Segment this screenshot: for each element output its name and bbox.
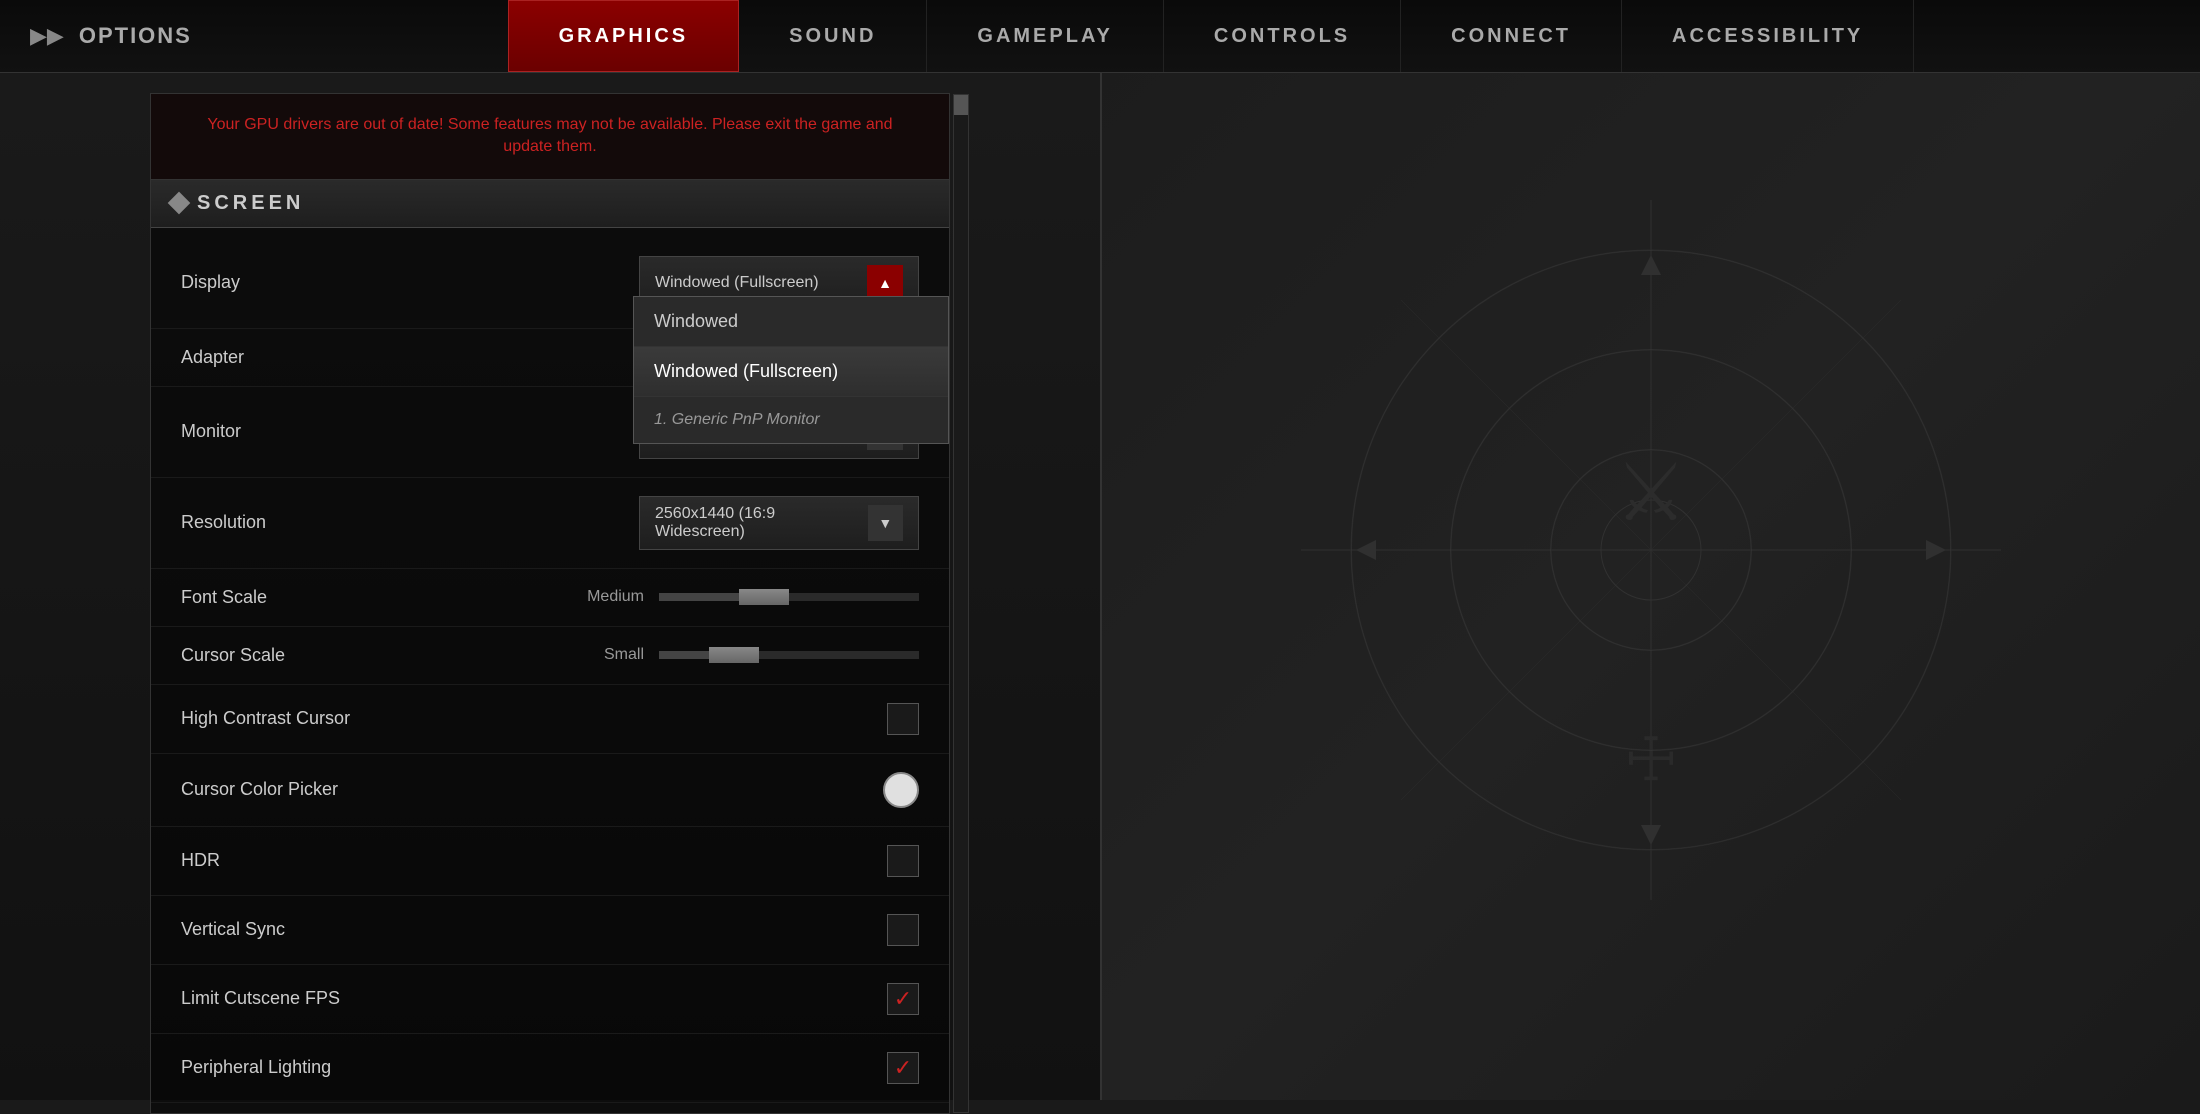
peripheral-lighting-label: Peripheral Lighting bbox=[181, 1057, 887, 1078]
font-scale-control: Medium bbox=[574, 588, 919, 606]
options-label: OPTIONS bbox=[79, 23, 192, 49]
options-section: ▶▶ OPTIONS bbox=[0, 0, 222, 72]
screen-section-header: SCREEN bbox=[151, 180, 949, 228]
high-contrast-cursor-setting-row: High Contrast Cursor bbox=[151, 685, 949, 754]
display-setting-row: Display Windowed (Fullscreen) ▲ Windowed… bbox=[151, 238, 949, 329]
tab-graphics[interactable]: GRAPHICS bbox=[508, 0, 740, 72]
display-label: Display bbox=[181, 272, 639, 293]
cursor-color-picker-label: Cursor Color Picker bbox=[181, 779, 883, 800]
peripheral-lighting-checkmark-icon: ✓ bbox=[894, 1055, 912, 1081]
svg-text:☩: ☩ bbox=[1624, 727, 1678, 793]
cursor-scale-slider-thumb[interactable] bbox=[709, 647, 759, 663]
vertical-sync-label: Vertical Sync bbox=[181, 919, 887, 940]
warning-message: Your GPU drivers are out of date! Some f… bbox=[207, 116, 892, 155]
high-contrast-cursor-control bbox=[887, 703, 919, 735]
font-scale-slider-empty bbox=[789, 593, 919, 601]
vertical-sync-control bbox=[887, 914, 919, 946]
high-contrast-cursor-checkbox[interactable] bbox=[887, 703, 919, 735]
cursor-color-picker-button[interactable] bbox=[883, 772, 919, 808]
hdr-label: HDR bbox=[181, 850, 887, 871]
tab-accessibility[interactable]: ACCESSIBILITY bbox=[1622, 0, 1914, 72]
hdr-control bbox=[887, 845, 919, 877]
nav-tabs: GRAPHICS SOUND GAMEPLAY CONTROLS CONNECT… bbox=[222, 0, 2200, 72]
limit-cutscene-fps-checkbox[interactable]: ✓ bbox=[887, 983, 919, 1015]
main-content: Your GPU drivers are out of date! Some f… bbox=[0, 73, 1100, 1100]
right-decoration-panel: ⚔ ☩ bbox=[1100, 0, 2200, 1100]
decorative-svg: ⚔ ☩ bbox=[1301, 200, 2001, 900]
limit-cutscene-fps-label: Limit Cutscene FPS bbox=[181, 988, 887, 1009]
cursor-color-picker-control bbox=[883, 772, 919, 808]
limit-cutscene-fps-checkmark-icon: ✓ bbox=[894, 986, 912, 1012]
scrollbar-thumb[interactable] bbox=[954, 95, 968, 115]
high-contrast-cursor-label: High Contrast Cursor bbox=[181, 708, 887, 729]
cursor-scale-value-label: Small bbox=[574, 646, 644, 664]
resolution-control: 2560x1440 (16:9 Widescreen) ▼ bbox=[639, 496, 919, 550]
tab-gameplay[interactable]: GAMEPLAY bbox=[927, 0, 1164, 72]
tab-connect[interactable]: CONNECT bbox=[1401, 0, 1622, 72]
resolution-setting-row: Resolution 2560x1440 (16:9 Widescreen) ▼ bbox=[151, 478, 949, 569]
settings-scrollbar[interactable] bbox=[953, 94, 969, 1113]
cursor-scale-control: Small bbox=[574, 646, 919, 664]
dropdown-option-windowed-fullscreen[interactable]: Windowed (Fullscreen) bbox=[634, 347, 948, 397]
resolution-label: Resolution bbox=[181, 512, 639, 533]
navigation-bar: ▶▶ OPTIONS GRAPHICS SOUND GAMEPLAY CONTR… bbox=[0, 0, 2200, 73]
limit-cutscene-fps-control: ✓ bbox=[887, 983, 919, 1015]
limit-cutscene-fps-setting-row: Limit Cutscene FPS ✓ bbox=[151, 965, 949, 1034]
font-scale-setting-row: Font Scale Medium bbox=[151, 569, 949, 627]
tab-controls[interactable]: CONTROLS bbox=[1164, 0, 1401, 72]
cursor-scale-slider[interactable] bbox=[659, 651, 919, 659]
cursor-scale-slider-fill bbox=[659, 651, 709, 659]
cursor-scale-setting-row: Cursor Scale Small bbox=[151, 627, 949, 685]
dropdown-option-windowed[interactable]: Windowed bbox=[634, 297, 948, 347]
resolution-dropdown[interactable]: 2560x1440 (16:9 Widescreen) ▼ bbox=[639, 496, 919, 550]
svg-text:⚔: ⚔ bbox=[1615, 450, 1687, 538]
screen-section-title: SCREEN bbox=[197, 192, 304, 215]
cursor-scale-label: Cursor Scale bbox=[181, 645, 574, 666]
warning-bar: Your GPU drivers are out of date! Some f… bbox=[151, 94, 949, 180]
peripheral-lighting-checkbox[interactable]: ✓ bbox=[887, 1052, 919, 1084]
resolution-dropdown-arrow-icon[interactable]: ▼ bbox=[868, 505, 903, 541]
options-arrow-icon: ▶▶ bbox=[30, 23, 64, 49]
font-scale-slider-fill bbox=[659, 593, 739, 601]
tab-sound[interactable]: SOUND bbox=[739, 0, 927, 72]
resolution-dropdown-value: 2560x1440 (16:9 Widescreen) bbox=[655, 505, 866, 541]
settings-content: Display Windowed (Fullscreen) ▲ Windowed… bbox=[151, 228, 949, 1113]
settings-panel: Your GPU drivers are out of date! Some f… bbox=[150, 93, 950, 1114]
font-scale-slider[interactable] bbox=[659, 593, 919, 601]
font-scale-value-label: Medium bbox=[574, 588, 644, 606]
display-dropdown-options: Windowed Windowed (Fullscreen) 1. Generi… bbox=[633, 296, 949, 444]
cursor-color-picker-setting-row: Cursor Color Picker bbox=[151, 754, 949, 827]
hdr-setting-row: HDR bbox=[151, 827, 949, 896]
font-scale-label: Font Scale bbox=[181, 587, 574, 608]
hdr-checkbox[interactable] bbox=[887, 845, 919, 877]
peripheral-lighting-control: ✓ bbox=[887, 1052, 919, 1084]
section-diamond-icon bbox=[168, 192, 191, 215]
font-scale-slider-thumb[interactable] bbox=[739, 589, 789, 605]
dropdown-option-monitor-sub: 1. Generic PnP Monitor bbox=[634, 397, 948, 443]
vertical-sync-checkbox[interactable] bbox=[887, 914, 919, 946]
peripheral-lighting-setting-row: Peripheral Lighting ✓ bbox=[151, 1034, 949, 1103]
monitor-label: Monitor bbox=[181, 421, 639, 442]
cursor-scale-slider-empty bbox=[759, 651, 919, 659]
vertical-sync-setting-row: Vertical Sync bbox=[151, 896, 949, 965]
display-dropdown-value: Windowed (Fullscreen) bbox=[655, 274, 819, 292]
